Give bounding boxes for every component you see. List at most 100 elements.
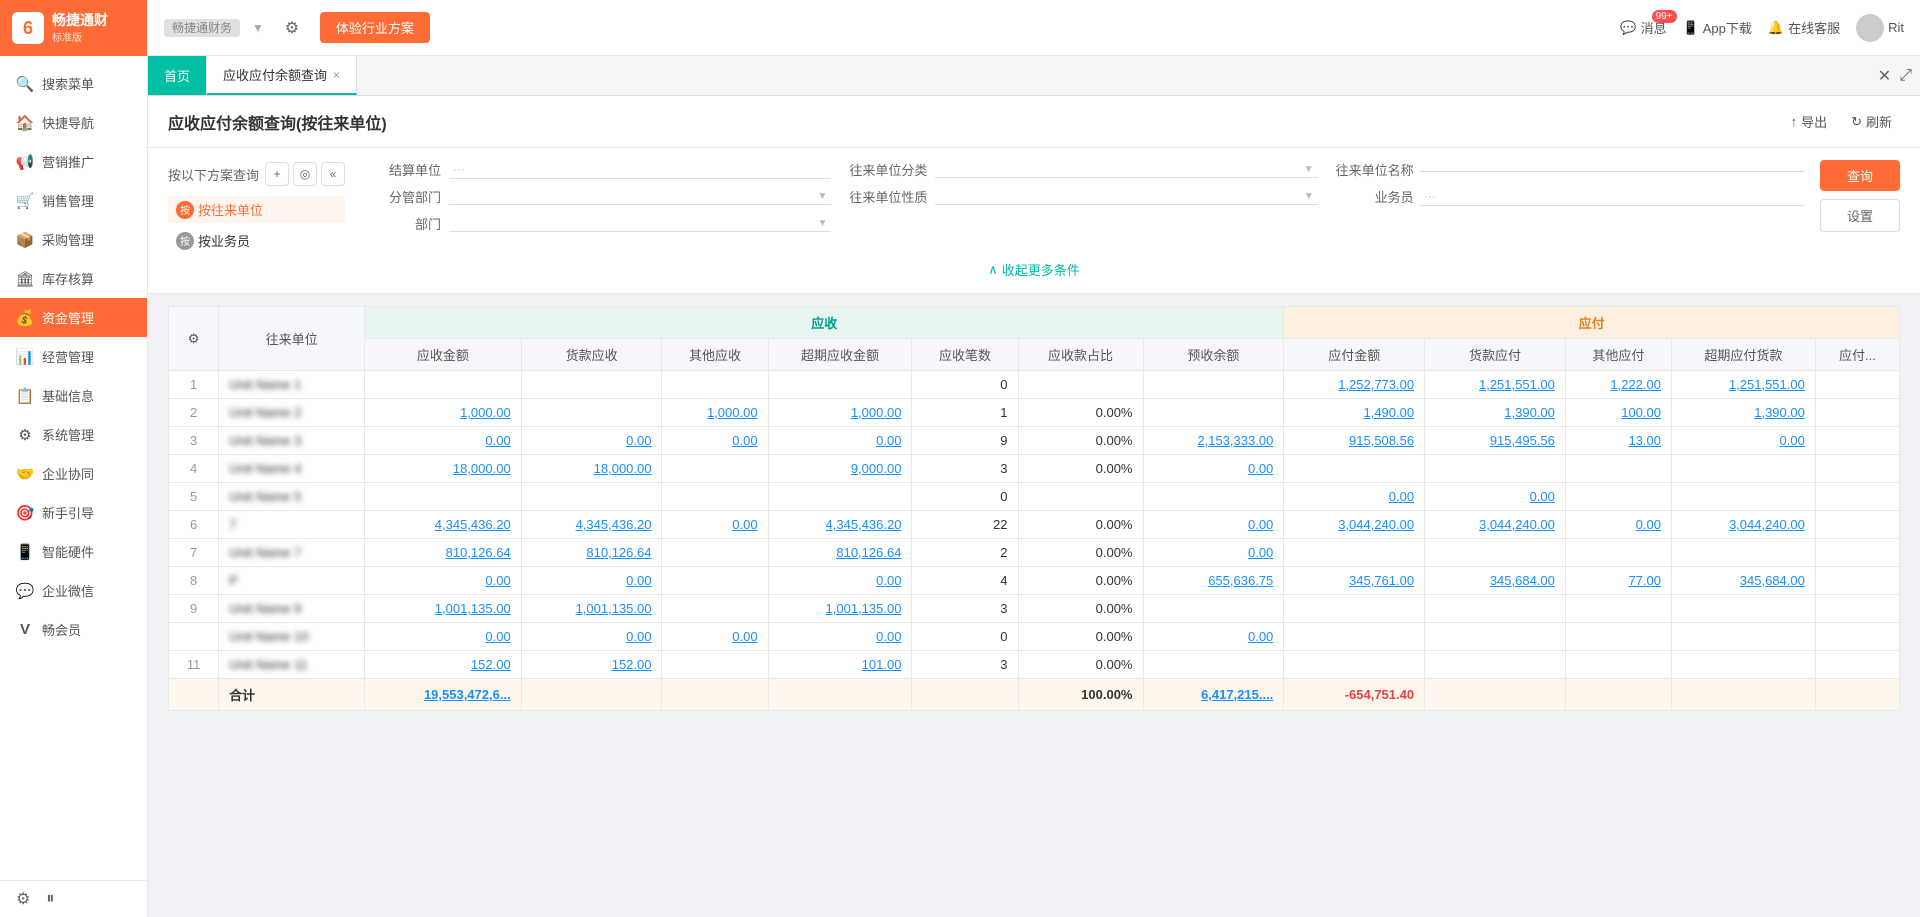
- breadcrumb-arrow: ▼: [252, 21, 264, 35]
- sidebar-item-collaboration[interactable]: 🤝 企业协同: [0, 454, 147, 493]
- header-breadcrumb: 畅捷通财务: [164, 19, 240, 36]
- sidebar-item-member[interactable]: V 畅会员: [0, 610, 147, 649]
- jiesuan-unit-input[interactable]: ···: [449, 160, 831, 179]
- col-ar-ratio: 应收款占比: [1018, 339, 1143, 371]
- nature-dropdown-arrow: ▼: [1304, 191, 1314, 202]
- filter-scheme-label: 按以下方案查询: [168, 165, 259, 184]
- sidebar-item-purchase[interactable]: 📦 采购管理: [0, 220, 147, 259]
- hardware-icon: 📱: [16, 543, 34, 561]
- tab-home[interactable]: 首页: [148, 56, 207, 95]
- sidebar-logo: 6 畅捷通财 标准版: [0, 0, 147, 56]
- settings-footer-icon[interactable]: ⚙: [16, 889, 30, 909]
- settings-button[interactable]: 设置: [1820, 199, 1900, 232]
- sidebar-item-finance[interactable]: 💰 资金管理: [0, 298, 147, 337]
- operations-icon: 📊: [16, 348, 34, 366]
- support-icon: 🔔: [1768, 20, 1784, 36]
- tab-close-window-button[interactable]: ✕: [1878, 66, 1891, 86]
- filter-jiesuan-unit: 结算单位 ···: [361, 160, 831, 179]
- table-row: 1Unit Name 101,252,773.001,251,551.001,2…: [169, 371, 1900, 399]
- wechat-icon: 💬: [16, 582, 34, 600]
- filter-target-button[interactable]: ◎: [293, 162, 317, 186]
- total-ar-advance[interactable]: 6,417,215....: [1143, 679, 1284, 711]
- filter-add-button[interactable]: +: [265, 162, 289, 186]
- dept-dropdown-arrow: ▼: [817, 191, 827, 202]
- scheme-unit-icon: 按: [176, 201, 194, 219]
- sidebar-item-inventory[interactable]: 🏛 库存核算: [0, 259, 147, 298]
- sidebar-item-basic-info[interactable]: 📋 基础信息: [0, 376, 147, 415]
- table-row: 8P0.000.000.0040.00%655,636.75345,761.00…: [169, 567, 1900, 595]
- sidebar-item-operations[interactable]: 📊 经营管理: [0, 337, 147, 376]
- filter-collapse-button[interactable]: «: [321, 162, 345, 186]
- table-row: 3Unit Name 30.000.000.000.0090.00%2,153,…: [169, 427, 1900, 455]
- col-ar-other: 其他应收: [662, 339, 768, 371]
- sidebar-item-system[interactable]: ⚙ 系统管理: [0, 415, 147, 454]
- refresh-button[interactable]: ↻ 刷新: [1843, 108, 1900, 135]
- sidebar-item-hardware[interactable]: 📱 智能硬件: [0, 532, 147, 571]
- total-ar-ratio: 100.00%: [1018, 679, 1143, 711]
- app-download-button[interactable]: 📱 App下载: [1683, 18, 1752, 37]
- refresh-icon: ↻: [1851, 114, 1862, 130]
- sidebar-item-search[interactable]: 🔍 搜索菜单: [0, 64, 147, 103]
- notification-button[interactable]: 💬 消息 99+: [1620, 18, 1666, 37]
- total-label: 合计: [219, 679, 365, 711]
- table-area: ⚙ 往来单位 应收 应付 应收金额 货款应收 其他应收 超期应收金额 应收笔数 …: [148, 294, 1920, 917]
- sidebar: 6 畅捷通财 标准版 🔍 搜索菜单 🏠 快捷导航 📢 营销推广 🛒 销售管理 📦…: [0, 0, 148, 917]
- laiwan-name-input[interactable]: [1420, 167, 1804, 172]
- page-header-actions: ↑ 导出 ↻ 刷新: [1783, 108, 1900, 135]
- filter-collapse-button[interactable]: ∧ 收起更多条件: [168, 254, 1900, 285]
- table-row: Unit Name 100.000.000.000.0000.00%0.00: [169, 623, 1900, 651]
- filter-laiwan-nature: 往来单位性质 ▼: [847, 187, 1317, 206]
- header-gear-button[interactable]: ⚙: [276, 12, 308, 44]
- system-icon: ⚙: [16, 426, 34, 444]
- online-support-button[interactable]: 🔔 在线客服: [1768, 18, 1840, 37]
- filter-icon-row: + ◎ «: [265, 162, 345, 186]
- tab-expand-button[interactable]: ⤢: [1899, 67, 1912, 85]
- user-name: Rit: [1888, 20, 1904, 35]
- page-title: 应收应付余额查询(按往来单位): [168, 110, 387, 134]
- filter-yewuyuan-row: 业务员 ···: [1334, 187, 1804, 206]
- sales-icon: 🛒: [16, 192, 34, 210]
- laiwan-name-label: 往来单位名称: [1334, 160, 1414, 179]
- main-content: 应收应付余额查询(按往来单位) ↑ 导出 ↻ 刷新 按以下方案查询 + ◎: [148, 96, 1920, 917]
- app-edition: 标准版: [52, 29, 108, 44]
- purchase-icon: 📦: [16, 231, 34, 249]
- tab-close-button[interactable]: ×: [333, 68, 340, 82]
- laiwan-nature-label: 往来单位性质: [847, 187, 927, 206]
- total-ap-amount: -654,751.40: [1284, 679, 1425, 711]
- promo-button[interactable]: 体验行业方案: [320, 12, 430, 43]
- sidebar-item-marketing[interactable]: 📢 营销推广: [0, 142, 147, 181]
- total-row: 合计 19,553,472,6... 100.00% 6,417,215....…: [169, 679, 1900, 711]
- sidebar-item-guide[interactable]: 🎯 新手引导: [0, 493, 147, 532]
- total-ar-amount[interactable]: 19,553,472,6...: [365, 679, 522, 711]
- filter-laiwan-name-row: 往来单位名称: [1334, 160, 1804, 179]
- user-profile[interactable]: Rit: [1856, 14, 1904, 42]
- laiwan-classify-input[interactable]: ▼: [935, 162, 1317, 178]
- export-button[interactable]: ↑ 导出: [1783, 108, 1836, 135]
- col-settings[interactable]: ⚙: [169, 307, 219, 371]
- notification-badge: 99+: [1652, 10, 1677, 23]
- inventory-icon: 🏛: [16, 270, 34, 288]
- laiwan-nature-input[interactable]: ▼: [935, 189, 1317, 205]
- sidebar-item-quicknav[interactable]: 🏠 快捷导航: [0, 103, 147, 142]
- sidebar-item-wechat[interactable]: 💬 企业微信: [0, 571, 147, 610]
- tab-bar: 首页 应收应付余额查询 × ✕ ⤢: [148, 56, 1920, 96]
- export-icon: ↑: [1791, 114, 1798, 129]
- sidebar-item-sales[interactable]: 🛒 销售管理: [0, 181, 147, 220]
- table-row: 4Unit Name 418,000.0018,000.009,000.0030…: [169, 455, 1900, 483]
- sidebar-nav: 🔍 搜索菜单 🏠 快捷导航 📢 营销推广 🛒 销售管理 📦 采购管理 🏛 库存核…: [0, 56, 147, 880]
- yewuyuan-input[interactable]: ···: [1420, 187, 1804, 206]
- download-icon: 📱: [1683, 20, 1699, 36]
- header-actions: 💬 消息 99+ 📱 App下载 🔔 在线客服 Rit: [1620, 14, 1904, 42]
- dept-input[interactable]: ▼: [449, 216, 831, 232]
- col-ar-amount: 应收金额: [365, 339, 522, 371]
- filter-fengguan-dept: 分管部门 ▼: [361, 187, 831, 206]
- query-button[interactable]: 查询: [1820, 160, 1900, 191]
- col-ap-overdue: 超期应付货款: [1671, 339, 1815, 371]
- fengguan-dept-input[interactable]: ▼: [449, 189, 831, 205]
- marketing-icon: 📢: [16, 153, 34, 171]
- breadcrumb-text: 畅捷通财务: [164, 19, 240, 37]
- scheme-by-salesman[interactable]: 按 按业务员: [168, 227, 345, 254]
- tab-ar-query[interactable]: 应收应付余额查询 ×: [207, 56, 357, 95]
- scheme-by-unit[interactable]: 按 按往来单位: [168, 196, 345, 223]
- collapse-sidebar-icon[interactable]: ⏸: [46, 890, 54, 908]
